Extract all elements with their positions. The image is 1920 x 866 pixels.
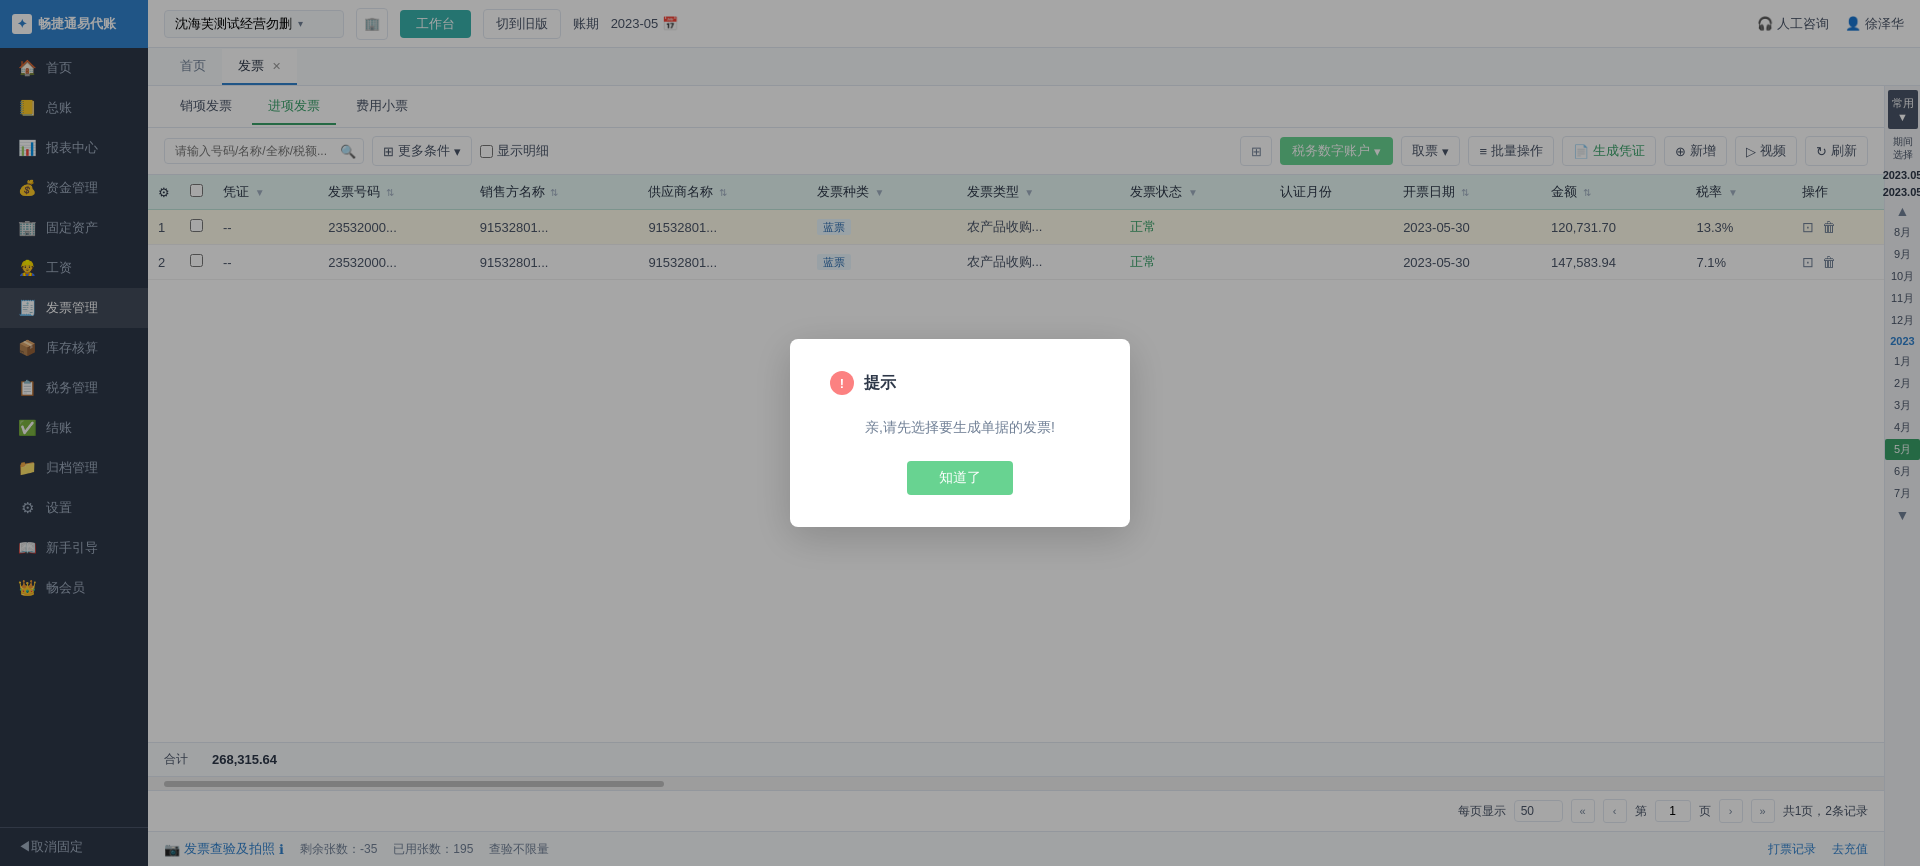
modal-confirm-button[interactable]: 知道了	[907, 461, 1013, 495]
modal-footer: 知道了	[830, 461, 1090, 495]
modal-header: ! 提示	[830, 371, 896, 395]
modal-dialog: ! 提示 亲,请先选择要生成单据的发票! 知道了	[790, 339, 1130, 527]
modal-warning-icon: !	[830, 371, 854, 395]
modal-overlay: ! 提示 亲,请先选择要生成单据的发票! 知道了	[0, 0, 1920, 866]
modal-body: 亲,请先选择要生成单据的发票!	[865, 411, 1055, 445]
modal-title: 提示	[864, 373, 896, 394]
